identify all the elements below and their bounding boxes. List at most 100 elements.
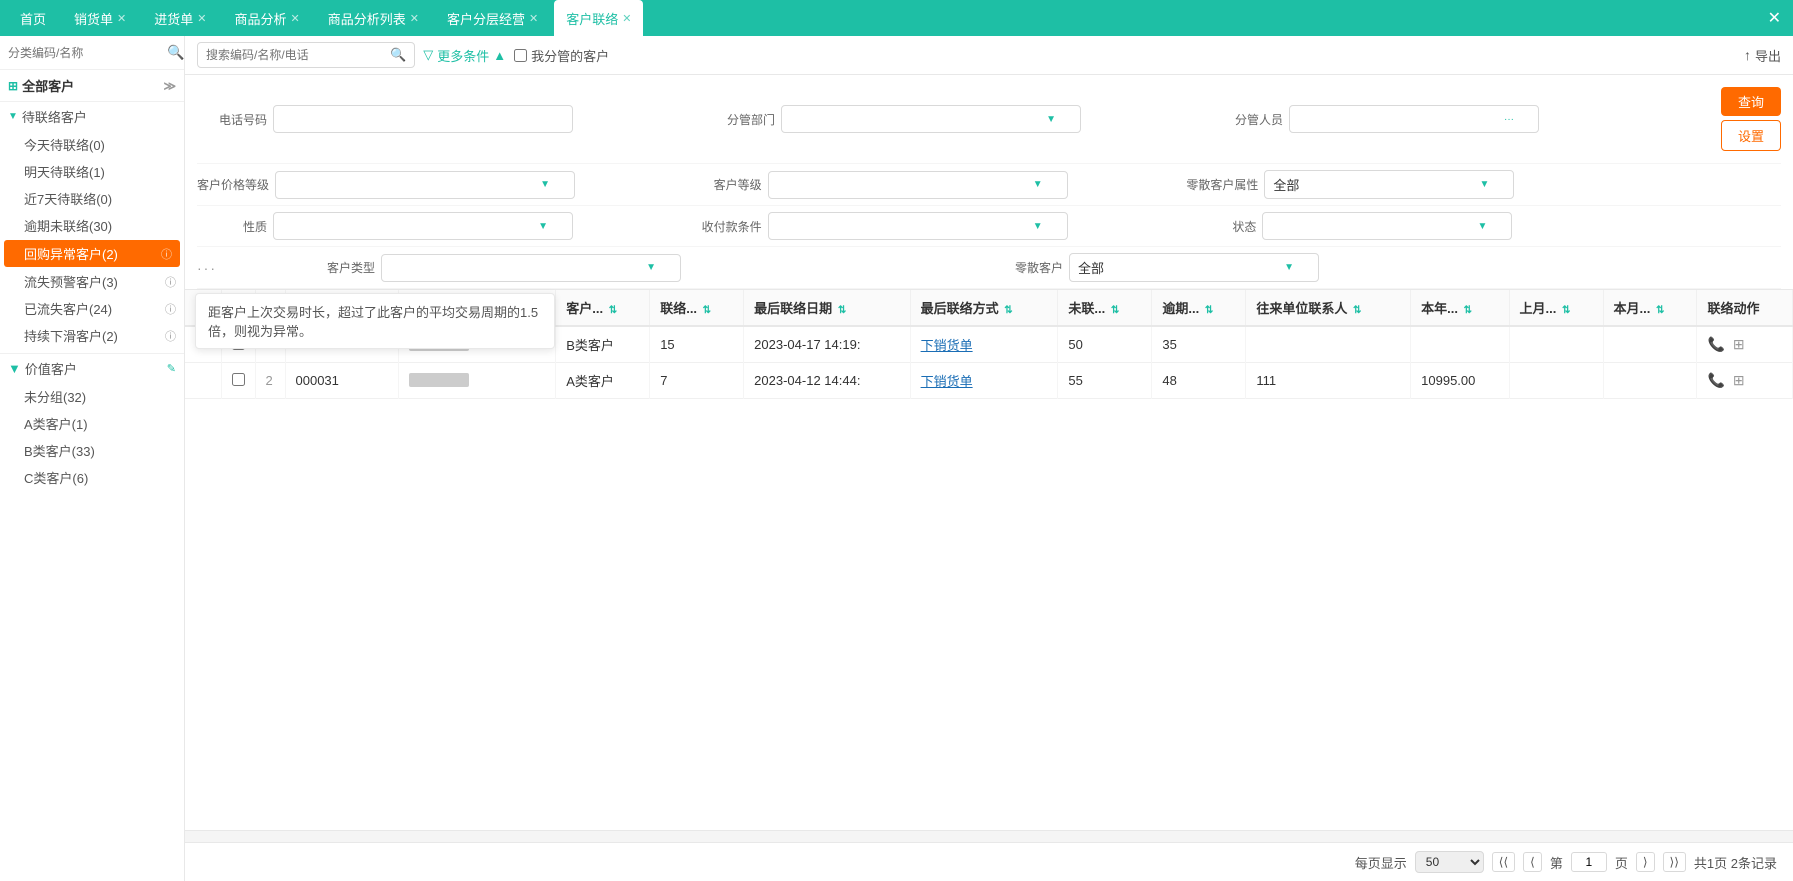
last-month-col-header[interactable]: 上月... ⇅ bbox=[1509, 290, 1603, 326]
filter-department: 分管部门 ▼ bbox=[705, 105, 1205, 133]
payment-select[interactable]: ▼ bbox=[768, 212, 1068, 240]
row2-select-checkbox[interactable] bbox=[232, 373, 245, 386]
search-wrapper: 🔍 bbox=[197, 42, 415, 68]
search-input[interactable] bbox=[206, 48, 386, 62]
sidebar-item-a-class[interactable]: A类客户(1) bbox=[0, 410, 184, 437]
first-page-btn[interactable]: ⟨⟨ bbox=[1492, 852, 1515, 872]
cust-type-select[interactable]: ▼ bbox=[381, 254, 681, 282]
close-product-list-tab[interactable]: ✕ bbox=[410, 12, 419, 25]
chevron-up-icon: ▲ bbox=[493, 48, 506, 63]
nav-tab-home[interactable]: 首页 bbox=[8, 0, 58, 36]
close-segment-tab[interactable]: ✕ bbox=[529, 12, 538, 25]
info-icon-declining: ⓘ bbox=[165, 328, 176, 344]
more-conditions-btn[interactable]: ▽ 更多条件 ▲ bbox=[423, 46, 506, 65]
nav-tab-product-analysis[interactable]: 商品分析 ✕ bbox=[222, 0, 311, 36]
filter-dots: ··· bbox=[197, 260, 277, 276]
unit-sort-icon: ⇅ bbox=[1353, 305, 1361, 316]
phone-input[interactable] bbox=[273, 105, 573, 133]
payment-chevron: ▼ bbox=[1033, 221, 1043, 232]
row2-phone-icon[interactable]: 📞 bbox=[1707, 372, 1724, 389]
sidebar-item-c-class[interactable]: C类客户(6) bbox=[0, 464, 184, 491]
this-month-col-header[interactable]: 本月... ⇅ bbox=[1603, 290, 1697, 326]
payment-label: 收付款条件 bbox=[692, 218, 762, 235]
cust-level-select[interactable]: ▼ bbox=[768, 171, 1068, 199]
page-number-input[interactable] bbox=[1571, 852, 1607, 872]
prev-page-btn[interactable]: ⟨ bbox=[1523, 852, 1542, 872]
edit-value-icon[interactable]: ✎ bbox=[167, 362, 176, 375]
last-page-btn[interactable]: ⟩⟩ bbox=[1663, 852, 1686, 872]
my-customer-checkbox[interactable]: 我分管的客户 bbox=[514, 46, 609, 65]
row1-phone-icon[interactable]: 📞 bbox=[1707, 336, 1724, 353]
pending-contact-group[interactable]: ▼ 待联络客户 bbox=[0, 102, 184, 131]
query-button[interactable]: 查询 bbox=[1721, 87, 1781, 116]
sidebar-search-input[interactable] bbox=[8, 46, 163, 60]
unit-contacts-col-header[interactable]: 往来单位联系人 ⇅ bbox=[1246, 290, 1411, 326]
overdue-sort-icon: ⇅ bbox=[1205, 305, 1213, 316]
content-area: 🔍 ▽ 更多条件 ▲ 我分管的客户 ↑ 导出 电话号码 bbox=[185, 36, 1793, 881]
cust-type-label: 客户类型 bbox=[305, 259, 375, 276]
sidebar-item-churned[interactable]: 已流失客户(24) ⓘ bbox=[0, 295, 184, 322]
horizontal-scrollbar[interactable] bbox=[185, 830, 1793, 842]
nav-tab-customer-segment[interactable]: 客户分层经营 ✕ bbox=[435, 0, 550, 36]
settings-button[interactable]: 设置 bbox=[1721, 120, 1781, 151]
nav-tab-sales[interactable]: 销货单 ✕ bbox=[62, 0, 138, 36]
last-method-col-header[interactable]: 最后联络方式 ⇅ bbox=[910, 290, 1058, 326]
price-level-label: 客户价格等级 bbox=[197, 176, 269, 193]
row1-contact: 15 bbox=[650, 326, 744, 363]
method-sort-icon: ⇅ bbox=[1004, 305, 1012, 316]
scattered-select[interactable]: 全部 ▼ bbox=[1264, 170, 1514, 199]
nav-tab-customer-contact[interactable]: 客户联络 ✕ bbox=[554, 0, 643, 36]
export-button[interactable]: ↑ 导出 bbox=[1744, 46, 1781, 65]
category-col-header[interactable]: 客户... ⇅ bbox=[556, 290, 650, 326]
uncontacted-col-header[interactable]: 未联... ⇅ bbox=[1058, 290, 1152, 326]
expand-arrow-icon: ▼ bbox=[8, 111, 18, 122]
close-contact-tab[interactable]: ✕ bbox=[622, 12, 631, 25]
sidebar-item-ungraded[interactable]: 未分组(32) bbox=[0, 383, 184, 410]
sidebar-item-churn-warning[interactable]: 流失预警客户(3) ⓘ bbox=[0, 268, 184, 295]
row2-method-link[interactable]: 下销货单 bbox=[921, 374, 973, 389]
per-page-select[interactable]: 50 100 200 bbox=[1415, 851, 1484, 873]
overdue-col-header[interactable]: 逾期... ⇅ bbox=[1152, 290, 1246, 326]
main-layout: 🔍 ⊞ 全部客户 ≫ ▼ 待联络客户 今天待联络(0) 明天待联络(1) 近7天… bbox=[0, 36, 1793, 881]
nav-tab-purchase[interactable]: 进货单 ✕ bbox=[142, 0, 218, 36]
window-close-button[interactable]: ✕ bbox=[1768, 8, 1781, 28]
tooltip-box: 距客户上次交易时长，超过了此客户的平均交易周期的1.5倍，则视为异常。 bbox=[195, 293, 555, 349]
next-page-btn[interactable]: ⟩ bbox=[1636, 852, 1655, 872]
manager-select[interactable]: ··· bbox=[1289, 105, 1539, 133]
close-sales-tab[interactable]: ✕ bbox=[117, 12, 126, 25]
this-year-col-header[interactable]: 本年... ⇅ bbox=[1411, 290, 1509, 326]
filter-customer-type: 客户类型 ▼ bbox=[305, 254, 985, 282]
nav-tab-product-list[interactable]: 商品分析列表 ✕ bbox=[316, 0, 431, 36]
sidebar-item-tomorrow[interactable]: 明天待联络(1) bbox=[0, 158, 184, 185]
sidebar-search-icon[interactable]: 🔍 bbox=[167, 44, 184, 61]
dept-select[interactable]: ▼ bbox=[781, 105, 1081, 133]
sidebar-item-overdue[interactable]: 逾期未联络(30) bbox=[0, 212, 184, 239]
scattered2-select[interactable]: 全部 ▼ bbox=[1069, 253, 1319, 282]
close-purchase-tab[interactable]: ✕ bbox=[197, 12, 206, 25]
contact-col-header[interactable]: 联络... ⇅ bbox=[650, 290, 744, 326]
sidebar-item-repurchase-abnormal[interactable]: 回购异常客户(2) ⓘ bbox=[4, 240, 180, 267]
price-level-select[interactable]: ▼ bbox=[275, 171, 575, 199]
advanced-filter: 电话号码 分管部门 ▼ 分管人员 ··· bbox=[185, 75, 1793, 290]
filter-scattered: 零散客户属性 全部 ▼ bbox=[1186, 170, 1673, 199]
sidebar-item-b-class[interactable]: B类客户(33) bbox=[0, 437, 184, 464]
my-customer-check[interactable] bbox=[514, 49, 527, 62]
close-product-analysis-tab[interactable]: ✕ bbox=[291, 12, 300, 25]
more-fields-dots[interactable]: ··· bbox=[197, 260, 217, 276]
thismonth-sort-icon: ⇅ bbox=[1656, 305, 1664, 316]
cust-type-chevron: ▼ bbox=[646, 262, 656, 273]
sidebar-item-7days[interactable]: 近7天待联络(0) bbox=[0, 185, 184, 212]
last-date-col-header[interactable]: 最后联络日期 ⇅ bbox=[744, 290, 910, 326]
row2-more-icon[interactable]: ⊞ bbox=[1733, 372, 1745, 389]
status-select[interactable]: ▼ bbox=[1262, 212, 1512, 240]
row1-more-icon[interactable]: ⊞ bbox=[1733, 336, 1745, 353]
value-customer-group[interactable]: ▼ 价值客户 ✎ bbox=[0, 353, 184, 383]
cust-level-chevron: ▼ bbox=[1033, 179, 1043, 190]
lastmonth-sort-icon: ⇅ bbox=[1562, 305, 1570, 316]
sidebar-collapse-btn[interactable]: ≫ bbox=[163, 79, 176, 93]
table-wrapper[interactable]: ⚙ 客户编码 ⇅ 客户名称 ⇅ bbox=[185, 290, 1793, 830]
nature-select[interactable]: ▼ bbox=[273, 212, 573, 240]
row1-method-link[interactable]: 下销货单 bbox=[921, 338, 973, 353]
sidebar-item-declining[interactable]: 持续下滑客户(2) ⓘ bbox=[0, 322, 184, 349]
sidebar-item-today[interactable]: 今天待联络(0) bbox=[0, 131, 184, 158]
